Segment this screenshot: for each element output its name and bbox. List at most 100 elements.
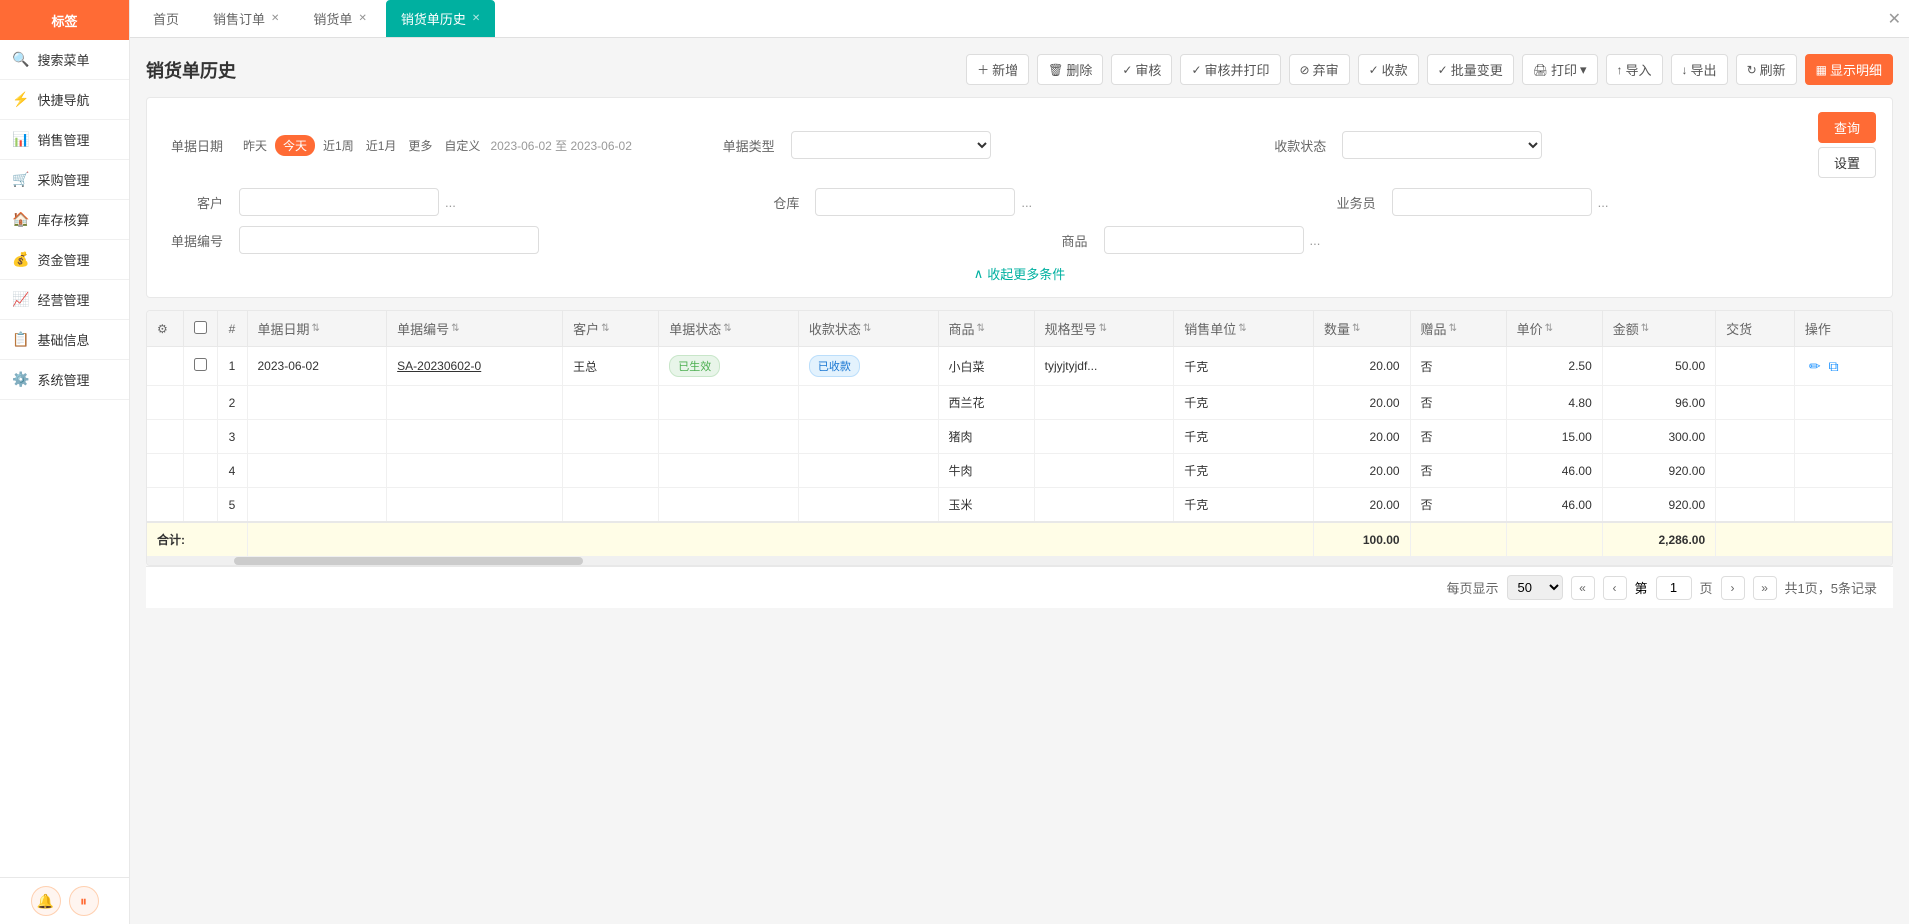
sidebar-item-system[interactable]: ⚙️ 系统管理 bbox=[0, 360, 129, 400]
new-button[interactable]: ＋ 新增 bbox=[966, 54, 1029, 85]
row-spec-type bbox=[1034, 420, 1174, 454]
batch-icon: ✓ bbox=[1438, 63, 1448, 77]
close-all-tabs-button[interactable]: ✕ bbox=[1888, 9, 1901, 29]
refresh-button[interactable]: ↻ 刷新 bbox=[1736, 54, 1797, 85]
sidebar-item-purchase-mgmt[interactable]: 🛒 采购管理 bbox=[0, 160, 129, 200]
next-page-button[interactable]: › bbox=[1721, 576, 1745, 600]
settings-button[interactable]: 设置 bbox=[1818, 147, 1876, 178]
abandon-button[interactable]: ⊘ 弃审 bbox=[1289, 54, 1350, 85]
select-all-checkbox[interactable] bbox=[194, 321, 207, 334]
th-qty[interactable]: 数量⇅ bbox=[1313, 311, 1410, 347]
th-sales-unit[interactable]: 销售单位⇅ bbox=[1174, 311, 1314, 347]
prev-page-button[interactable]: ‹ bbox=[1603, 576, 1627, 600]
payment-status-select[interactable] bbox=[1342, 131, 1542, 159]
show-detail-button[interactable]: ▦ 显示明细 bbox=[1805, 54, 1893, 85]
collapse-button[interactable]: ∧ 收起更多条件 bbox=[163, 264, 1876, 283]
tab-sales-goods-close[interactable]: ✕ bbox=[358, 13, 366, 24]
th-doc-status[interactable]: 单据状态⇅ bbox=[659, 311, 799, 347]
customer-picker-icon[interactable]: ... bbox=[445, 195, 456, 210]
audit-button[interactable]: ✓ 审核 bbox=[1111, 54, 1172, 85]
tab-sales-goods[interactable]: 销货单 ✕ bbox=[298, 0, 381, 37]
warehouse-picker-icon[interactable]: ... bbox=[1021, 195, 1032, 210]
sidebar-label-search-menu: 搜索菜单 bbox=[37, 50, 89, 69]
tab-sales-order-close[interactable]: ✕ bbox=[271, 13, 279, 24]
sidebar-item-sales-mgmt[interactable]: 📊 销售管理 bbox=[0, 120, 129, 160]
notification-button[interactable]: 🔔 bbox=[31, 886, 61, 916]
tab-home[interactable]: 首页 bbox=[138, 0, 194, 37]
batch-change-button[interactable]: ✓ 批量变更 bbox=[1427, 54, 1514, 85]
th-customer[interactable]: 客户⇅ bbox=[563, 311, 659, 347]
query-button[interactable]: 查询 bbox=[1818, 112, 1876, 143]
staff-picker-icon[interactable]: ... bbox=[1598, 195, 1609, 210]
row-number: 1 bbox=[217, 347, 247, 386]
delete-button[interactable]: 🗑 删除 bbox=[1037, 54, 1103, 85]
th-gift[interactable]: 赠品⇅ bbox=[1410, 311, 1506, 347]
sidebar-label-operations: 经营管理 bbox=[37, 290, 89, 309]
row-checkbox-cell bbox=[183, 420, 217, 454]
sidebar-item-finance[interactable]: 💰 资金管理 bbox=[0, 240, 129, 280]
row-gift: 否 bbox=[1410, 386, 1506, 420]
th-gear[interactable]: ⚙ bbox=[147, 311, 183, 347]
sidebar-item-search-menu[interactable]: 🔍 搜索菜单 bbox=[0, 40, 129, 80]
tab-sales-history-close[interactable]: ✕ bbox=[472, 13, 480, 24]
row-payment-status bbox=[798, 488, 938, 523]
tab-sales-history[interactable]: 销货单历史 ✕ bbox=[386, 0, 495, 37]
warehouse-input[interactable] bbox=[815, 188, 1015, 216]
yesterday-shortcut[interactable]: 昨天 bbox=[239, 135, 271, 156]
staff-input[interactable] bbox=[1392, 188, 1592, 216]
last7-shortcut[interactable]: 近1周 bbox=[319, 135, 358, 156]
last-page-button[interactable]: » bbox=[1753, 576, 1777, 600]
row-action-cell: ✏⧉ bbox=[1794, 347, 1892, 386]
sidebar-item-inventory[interactable]: 🏠 库存核算 bbox=[0, 200, 129, 240]
page-number-input[interactable] bbox=[1656, 576, 1692, 600]
cart-icon: 🛒 bbox=[12, 171, 29, 188]
audit-print-button[interactable]: ✓ 审核并打印 bbox=[1180, 54, 1280, 85]
tab-sales-order[interactable]: 销售订单 ✕ bbox=[198, 0, 294, 37]
print-button[interactable]: 🖨 打印 ▾ bbox=[1522, 54, 1598, 85]
copy-action-button[interactable]: ⧉ bbox=[1825, 356, 1843, 376]
row-qty: 20.00 bbox=[1313, 454, 1410, 488]
row-sales-unit: 千克 bbox=[1174, 454, 1314, 488]
th-payment-status[interactable]: 收款状态⇅ bbox=[798, 311, 938, 347]
th-checkbox bbox=[183, 311, 217, 347]
customer-input[interactable] bbox=[239, 188, 439, 216]
payment-status-badge: 已收款 bbox=[809, 355, 860, 377]
last30-shortcut[interactable]: 近1月 bbox=[362, 135, 401, 156]
row-doc-no[interactable]: SA-20230602-0 bbox=[387, 347, 563, 386]
th-doc-no[interactable]: 单据编号⇅ bbox=[387, 311, 563, 347]
goods-input[interactable] bbox=[1104, 226, 1304, 254]
goods-label: 商品 bbox=[1028, 231, 1088, 250]
custom-shortcut[interactable]: 自定义 bbox=[440, 135, 484, 156]
th-unit-price[interactable]: 单价⇅ bbox=[1506, 311, 1602, 347]
row-action-cell bbox=[1794, 488, 1892, 523]
row-gift: 否 bbox=[1410, 488, 1506, 523]
horizontal-scrollbar[interactable] bbox=[147, 557, 1892, 565]
doc-type-select[interactable] bbox=[791, 131, 991, 159]
row-qty: 20.00 bbox=[1313, 386, 1410, 420]
row-sales-unit: 千克 bbox=[1174, 420, 1314, 454]
pagination-bar: 每页显示 10 20 50 100 « ‹ 第 页 › » 共1页，5条记录 bbox=[146, 566, 1893, 608]
th-doc-date[interactable]: 单据日期⇅ bbox=[247, 311, 387, 347]
print-label: 打印 bbox=[1551, 60, 1577, 79]
th-amount[interactable]: 金额⇅ bbox=[1602, 311, 1715, 347]
pause-button[interactable]: ⏸ bbox=[69, 886, 99, 916]
sidebar-item-quick-nav[interactable]: ⚡ 快捷导航 bbox=[0, 80, 129, 120]
more-shortcut[interactable]: 更多 bbox=[404, 135, 436, 156]
export-button[interactable]: ↓ 导出 bbox=[1671, 54, 1728, 85]
row-checkbox[interactable] bbox=[194, 358, 207, 371]
import-button[interactable]: ↑ 导入 bbox=[1606, 54, 1663, 85]
th-action: 操作 bbox=[1794, 311, 1892, 347]
goods-picker-icon[interactable]: ... bbox=[1310, 233, 1321, 248]
th-goods[interactable]: 商品⇅ bbox=[938, 311, 1034, 347]
th-spec-type[interactable]: 规格型号⇅ bbox=[1034, 311, 1174, 347]
edit-action-button[interactable]: ✏ bbox=[1805, 356, 1825, 376]
doc-no-input[interactable] bbox=[239, 226, 539, 254]
first-page-button[interactable]: « bbox=[1571, 576, 1595, 600]
today-shortcut[interactable]: 今天 bbox=[275, 135, 315, 156]
sidebar-item-basic-info[interactable]: 📋 基础信息 bbox=[0, 320, 129, 360]
sidebar-item-operations[interactable]: 📈 经营管理 bbox=[0, 280, 129, 320]
scrollbar-thumb[interactable] bbox=[234, 557, 583, 565]
page-size-select[interactable]: 10 20 50 100 bbox=[1507, 575, 1563, 600]
sidebar-label-sales-mgmt: 销售管理 bbox=[37, 130, 89, 149]
collect-button[interactable]: ✓ 收款 bbox=[1358, 54, 1419, 85]
